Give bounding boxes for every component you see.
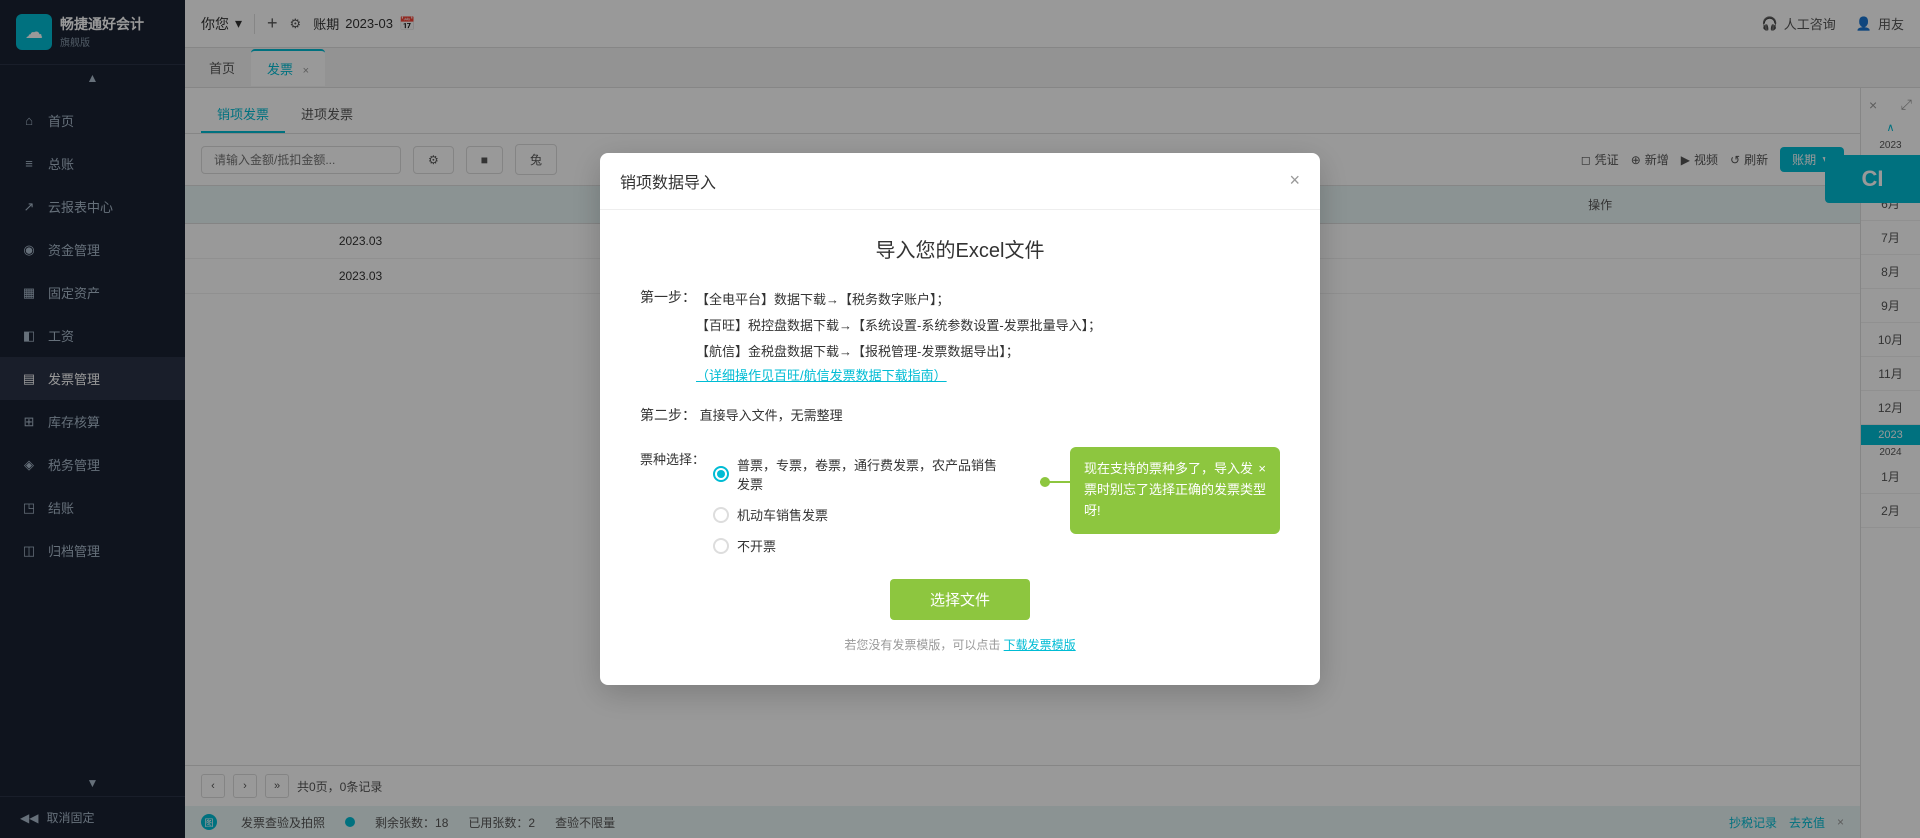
step1-line3: 【航信】金税盘数据下载→【报税管理-发票数据导出】； <box>696 339 1101 365</box>
radio-t3[interactable] <box>713 538 729 554</box>
radio-group: 普票，专票，卷票，通行费发票，农产品销售发票 机动车销售发票 不开票 <box>713 455 1002 555</box>
radio-t1[interactable] <box>713 466 729 482</box>
radio-item-t1[interactable]: 普票，专票，卷票，通行费发票，农产品销售发票 <box>713 455 1002 493</box>
select-file-button[interactable]: 选择文件 <box>890 579 1030 620</box>
radio-t2[interactable] <box>713 507 729 523</box>
step1-label: 第一步： <box>640 287 696 376</box>
modal-overlay: 销项数据导入 × 导入您的Excel文件 第一步： 【全电平台】数据下载→【税务… <box>0 0 1920 838</box>
step1-line2: 【百旺】税控盘数据下载→【系统设置-系统参数设置-发票批量导入】； <box>696 313 1101 339</box>
step2-text: 直接导入文件，无需整理 <box>700 408 843 423</box>
step1-line1: 【全电平台】数据下载→【税务数字账户】； <box>696 287 1101 313</box>
modal-title: 销项数据导入 <box>620 169 716 193</box>
radio-t1-label: 普票，专票，卷票，通行费发票，农产品销售发票 <box>737 455 1002 493</box>
step1-link[interactable]: （详细操作见百旺/航信发票数据下载指南） <box>696 368 947 383</box>
radio-item-t2[interactable]: 机动车销售发票 <box>713 505 1002 524</box>
import-modal: 销项数据导入 × 导入您的Excel文件 第一步： 【全电平台】数据下载→【税务… <box>600 153 1320 685</box>
tooltip-close-btn[interactable]: × <box>1258 459 1266 480</box>
tooltip-text: 现在支持的票种多了，导入发票时别忘了选择正确的发票类型呀! <box>1084 461 1266 518</box>
footer-text: 若您没有发票模版，可以点击 <box>844 638 1000 652</box>
step2-block: 第二步： 直接导入文件，无需整理 <box>640 404 1280 427</box>
modal-close-button[interactable]: × <box>1289 170 1300 191</box>
step1-block: 第一步： 【全电平台】数据下载→【税务数字账户】； 【百旺】税控盘数据下载→【系… <box>640 287 1280 384</box>
radio-t3-label: 不开票 <box>737 536 776 555</box>
ticket-selection: 票种选择： 普票，专票，卷票，通行费发票，农产品销售发票 机动车销售发票 不开票 <box>640 447 1280 555</box>
modal-main-title: 导入您的Excel文件 <box>640 234 1280 263</box>
ticket-label: 票种选择： <box>640 449 705 468</box>
modal-header: 销项数据导入 × <box>600 153 1320 210</box>
tooltip-bubble: × 现在支持的票种多了，导入发票时别忘了选择正确的发票类型呀! <box>1070 447 1280 533</box>
tooltip-wrapper: × 现在支持的票种多了，导入发票时别忘了选择正确的发票类型呀! <box>1070 447 1280 533</box>
modal-footer: 若您没有发票模版，可以点击 下载发票模版 <box>640 636 1280 653</box>
radio-t2-label: 机动车销售发票 <box>737 505 828 524</box>
footer-link[interactable]: 下载发票模版 <box>1004 638 1076 652</box>
step2-label: 第二步： <box>640 407 696 423</box>
modal-body: 导入您的Excel文件 第一步： 【全电平台】数据下载→【税务数字账户】； 【百… <box>600 210 1320 685</box>
radio-item-t3[interactable]: 不开票 <box>713 536 1002 555</box>
